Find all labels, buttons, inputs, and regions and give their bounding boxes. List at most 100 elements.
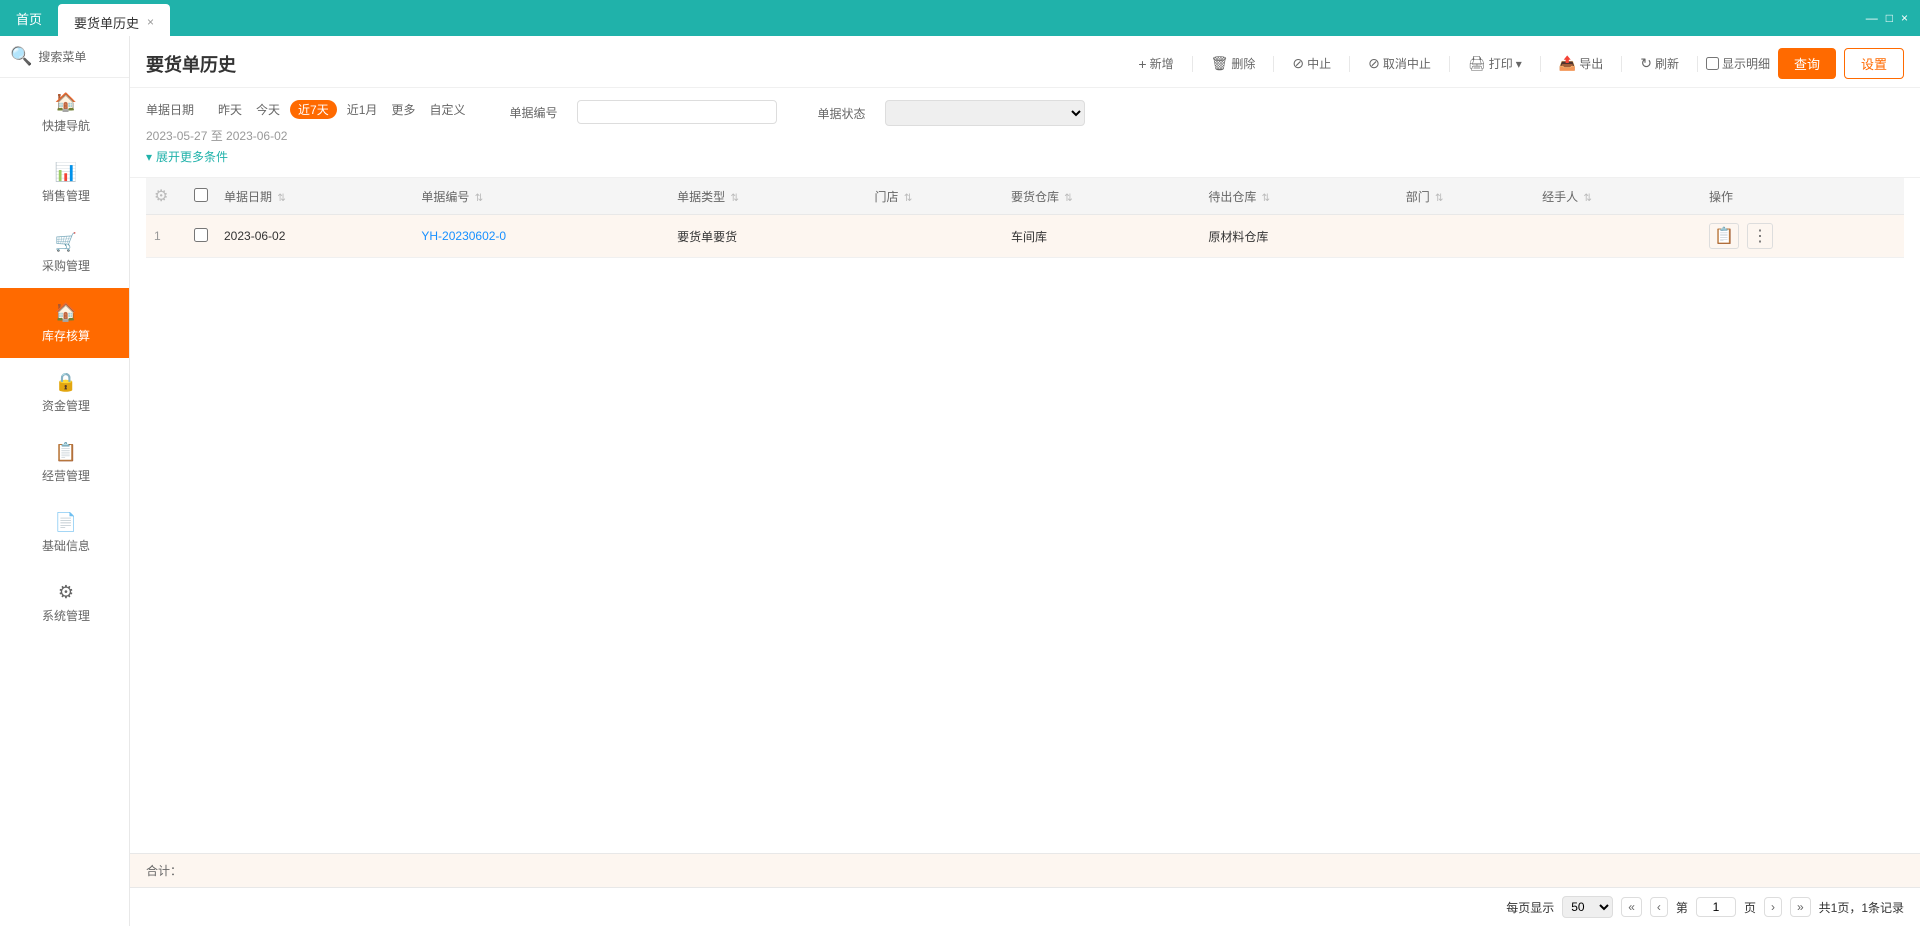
- export-icon: 📤: [1559, 55, 1576, 72]
- status-filter-select[interactable]: [885, 100, 1085, 126]
- docno-filter-group: 单据编号: [509, 100, 777, 128]
- sort-date-icon[interactable]: ⇅: [277, 193, 285, 204]
- window-close-btn[interactable]: ×: [1901, 11, 1908, 25]
- window-maximize-btn[interactable]: □: [1886, 11, 1893, 25]
- sort-docno-icon[interactable]: ⇅: [475, 193, 483, 204]
- lock-icon: 🔒: [55, 372, 77, 393]
- page-label: 第: [1676, 899, 1688, 916]
- print-button[interactable]: 🖨 打印 ▾: [1458, 51, 1532, 76]
- print-dropdown-icon: ▾: [1516, 57, 1522, 71]
- gear-icon: ⚙: [58, 582, 74, 603]
- row-pending-warehouse: 原材料仓库: [1200, 215, 1397, 258]
- next-page-btn[interactable]: ›: [1764, 897, 1782, 917]
- divider5: [1540, 56, 1541, 72]
- sidebar-item-sales[interactable]: 📊 销售管理: [0, 148, 129, 218]
- date-btn-last7days[interactable]: 近7天: [290, 100, 337, 119]
- row-store: [866, 215, 1002, 258]
- table-row: 1 2023-06-02 YH-20230602-0 要货单要货 车间库 原材料…: [146, 215, 1904, 258]
- sidebar-item-system[interactable]: ⚙ 系统管理: [0, 568, 129, 638]
- date-range-display: 2023-05-27 至 2023-06-02: [146, 127, 469, 144]
- tab-close-icon[interactable]: ×: [147, 15, 154, 29]
- query-button[interactable]: 查询: [1778, 48, 1836, 79]
- data-table: ⚙ 单据日期 ⇅ 单据编号 ⇅: [146, 178, 1904, 258]
- sidebar-item-quick-nav[interactable]: 🏠 快捷导航: [0, 78, 129, 148]
- current-page-input[interactable]: [1696, 897, 1736, 917]
- row-more-btn[interactable]: ⋮: [1747, 223, 1773, 249]
- row-department: [1398, 215, 1534, 258]
- row-req-warehouse: 车间库: [1003, 215, 1200, 258]
- sort-handler-icon[interactable]: ⇅: [1584, 193, 1592, 204]
- tab-history[interactable]: 要货单历史 ×: [58, 4, 170, 40]
- clipboard-icon: 📋: [55, 442, 77, 463]
- date-btn-last1month[interactable]: 近1月: [343, 100, 382, 119]
- date-btn-more[interactable]: 更多: [387, 100, 419, 119]
- first-page-btn[interactable]: «: [1621, 897, 1642, 917]
- divider6: [1621, 56, 1622, 72]
- search-icon: 🔍: [10, 46, 32, 67]
- select-all-checkbox[interactable]: [194, 188, 208, 202]
- row-num: 1: [146, 215, 186, 258]
- date-btn-today[interactable]: 今天: [252, 100, 284, 119]
- sidebar-item-basic-info[interactable]: 📄 基础信息: [0, 498, 129, 568]
- stop-icon: ⊘: [1292, 55, 1304, 72]
- sort-store-icon[interactable]: ⇅: [904, 193, 912, 204]
- display-detail-toggle[interactable]: 显示明细: [1706, 55, 1770, 72]
- th-docno: 单据编号 ⇅: [413, 178, 669, 215]
- prev-page-btn[interactable]: ‹: [1650, 897, 1668, 917]
- sort-department-icon[interactable]: ⇅: [1435, 193, 1443, 204]
- sidebar-item-purchase[interactable]: 🛒 采购管理: [0, 218, 129, 288]
- date-filter-row: 单据日期 昨天 今天 近7天 近1月 更多 自定义: [146, 100, 469, 119]
- chart-icon: 📊: [55, 162, 77, 183]
- new-button[interactable]: + 新增: [1128, 51, 1183, 76]
- sidebar-label-operation: 经营管理: [42, 467, 90, 484]
- docno-filter-input[interactable]: [577, 100, 777, 124]
- document-icon: 📄: [55, 512, 77, 533]
- row-select-checkbox[interactable]: [194, 228, 208, 242]
- th-actions: 操作: [1701, 178, 1904, 215]
- plus-icon: +: [1138, 56, 1146, 72]
- refresh-button[interactable]: ↻ 刷新: [1630, 51, 1689, 76]
- date-filter-group: 单据日期 昨天 今天 近7天 近1月 更多 自定义 2023-05-27 至 2…: [146, 100, 469, 144]
- settings-button[interactable]: 设置: [1844, 48, 1904, 79]
- sidebar-item-finance[interactable]: 🔒 资金管理: [0, 358, 129, 428]
- page-size-select[interactable]: 50 100: [1562, 896, 1613, 918]
- total-info: 共1页，1条记录: [1819, 899, 1904, 916]
- docno-link[interactable]: YH-20230602-0: [421, 229, 506, 243]
- tab-home[interactable]: 首页: [0, 0, 58, 36]
- row-doctype: 要货单要货: [669, 215, 866, 258]
- top-bar-right: — □ ×: [1866, 11, 1920, 25]
- row-docno: YH-20230602-0: [413, 215, 669, 258]
- sidebar-label-quick-nav: 快捷导航: [42, 117, 90, 134]
- stop-button[interactable]: ⊘ 中止: [1282, 51, 1341, 76]
- last-page-btn[interactable]: »: [1790, 897, 1811, 917]
- inventory-icon: 🏠: [55, 302, 77, 323]
- sidebar-label-sales: 销售管理: [42, 187, 90, 204]
- page-size-label: 每页显示: [1506, 899, 1554, 916]
- sort-req-warehouse-icon[interactable]: ⇅: [1064, 193, 1072, 204]
- filter-section: 单据日期 昨天 今天 近7天 近1月 更多 自定义 2023-05-27 至 2…: [146, 100, 1904, 144]
- sort-doctype-icon[interactable]: ⇅: [730, 193, 738, 204]
- cancel-stop-icon: ⊘: [1368, 55, 1380, 72]
- sidebar-search[interactable]: 🔍 搜索菜单: [0, 36, 129, 78]
- sidebar-item-operation[interactable]: 📋 经营管理: [0, 428, 129, 498]
- date-filters: 昨天 今天 近7天 近1月 更多 自定义: [214, 100, 469, 119]
- cancel-stop-button[interactable]: ⊘ 取消中止: [1358, 51, 1441, 76]
- date-btn-yesterday[interactable]: 昨天: [214, 100, 246, 119]
- delete-button[interactable]: 🗑 删除: [1201, 51, 1266, 76]
- sort-pending-warehouse-icon[interactable]: ⇅: [1262, 193, 1270, 204]
- row-view-btn[interactable]: 📋: [1709, 223, 1739, 249]
- display-detail-checkbox[interactable]: [1706, 57, 1719, 70]
- filter-area: 单据日期 昨天 今天 近7天 近1月 更多 自定义 2023-05-27 至 2…: [130, 88, 1920, 178]
- window-minimize-btn[interactable]: —: [1866, 11, 1878, 25]
- th-checkbox: [186, 178, 216, 215]
- expand-more-conditions[interactable]: ▾ 展开更多条件: [146, 148, 1904, 165]
- page-unit: 页: [1744, 899, 1756, 916]
- top-bar: 首页 要货单历史 × — □ ×: [0, 0, 1920, 36]
- th-doctype: 单据类型 ⇅: [669, 178, 866, 215]
- export-button[interactable]: 📤 导出: [1549, 51, 1613, 76]
- divider4: [1449, 56, 1450, 72]
- sidebar-item-inventory[interactable]: 🏠 库存核算: [0, 288, 129, 358]
- date-btn-custom[interactable]: 自定义: [425, 100, 469, 119]
- divider7: [1697, 56, 1698, 72]
- column-settings-icon[interactable]: ⚙: [154, 188, 168, 205]
